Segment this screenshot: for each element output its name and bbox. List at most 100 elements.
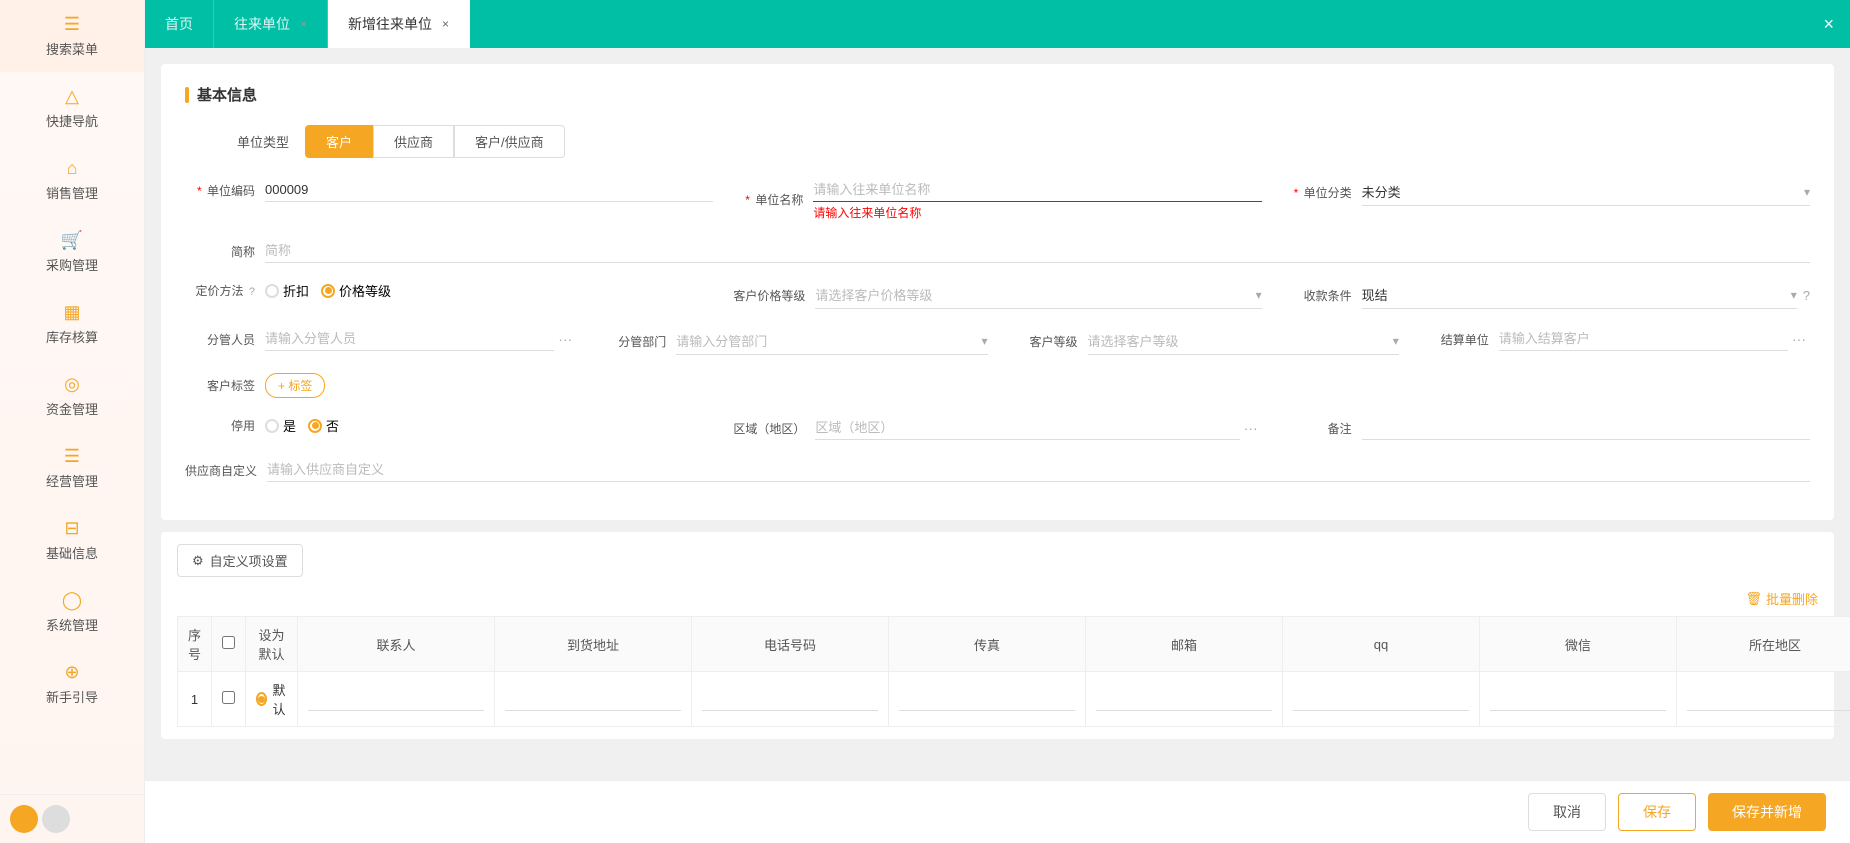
th-fax: 传真 xyxy=(889,617,1086,672)
customer-price-select[interactable]: 请选择客户价格等级 ▾ xyxy=(815,281,1261,309)
main-area: 首页 往来单位 × 新增往来单位 × × 基本信息 单位类型 客户 供应商 客户… xyxy=(145,0,1850,843)
purchase-icon: 🛒 xyxy=(61,230,83,251)
td-region[interactable] xyxy=(1677,672,1850,727)
form-row-6: 停用 是 否 区域（地区） ··· xyxy=(185,416,1810,440)
system-icon: ◯ xyxy=(62,590,82,611)
avatar-dot xyxy=(10,805,38,833)
tab-new-partner-close[interactable]: × xyxy=(442,17,449,31)
td-address[interactable] xyxy=(495,672,692,727)
basic-info-icon: ⊟ xyxy=(64,518,79,539)
form-group-customer-price: 客户价格等级 请选择客户价格等级 ▾ xyxy=(733,281,1261,309)
pricing-label: 定价方法 ? xyxy=(185,282,265,299)
form-group-unit-category: * 单位分类 未分类 ▾ xyxy=(1282,178,1810,206)
th-checkbox-input[interactable] xyxy=(222,636,235,649)
search-icon: ☰ xyxy=(64,14,80,35)
dept-placeholder: 请输入分管部门 xyxy=(676,331,977,350)
tab-partners[interactable]: 往来单位 × xyxy=(214,0,328,48)
sidebar-item-sales[interactable]: ⌂ 销售管理 xyxy=(0,144,144,216)
td-fax[interactable] xyxy=(889,672,1086,727)
unit-name-input[interactable] xyxy=(813,178,1261,202)
tab-partners-close[interactable]: × xyxy=(300,17,307,31)
row-email-input[interactable] xyxy=(1096,687,1272,711)
customer-level-chevron: ▾ xyxy=(1393,334,1399,348)
sidebar-item-finance[interactable]: ◎ 资金管理 xyxy=(0,360,144,432)
row-checkbox[interactable] xyxy=(222,691,235,704)
settings-gear-icon: ⚙ xyxy=(192,553,204,569)
pricing-radio-discount[interactable]: 折扣 xyxy=(265,281,309,300)
tab-new-partner[interactable]: 新增往来单位 × xyxy=(328,0,470,48)
sidebar-item-inventory[interactable]: ▦ 库存核算 xyxy=(0,288,144,360)
td-email[interactable] xyxy=(1086,672,1283,727)
td-contact[interactable] xyxy=(298,672,495,727)
remark-input[interactable] xyxy=(1362,416,1810,440)
td-phone[interactable] xyxy=(692,672,889,727)
tab-bar: 首页 往来单位 × 新增往来单位 × × xyxy=(145,0,1850,48)
tab-bar-close[interactable]: × xyxy=(1823,14,1850,35)
row-wechat-input[interactable] xyxy=(1490,687,1666,711)
table-header-row: 序号 设为默认 联系人 到货地址 电话号码 传真 邮箱 qq 微信 所在地区 xyxy=(178,617,1850,672)
manager-dots[interactable]: ··· xyxy=(554,331,576,347)
row-phone-input[interactable] xyxy=(702,687,878,711)
dept-select[interactable]: 请输入分管部门 ▾ xyxy=(676,327,987,355)
sidebar-item-operations[interactable]: ☰ 经营管理 xyxy=(0,432,144,504)
disable-yes[interactable]: 是 xyxy=(265,416,296,435)
inventory-icon: ▦ xyxy=(63,302,80,323)
sidebar-item-purchase[interactable]: 🛒 采购管理 xyxy=(0,216,144,288)
row-address-input[interactable] xyxy=(505,687,681,711)
settlement-label: 结算单位 xyxy=(1419,331,1499,348)
payment-terms-help[interactable]: ? xyxy=(1803,288,1810,303)
pricing-radio-price-level[interactable]: 价格等级 xyxy=(321,281,391,300)
tags-label: 客户标签 xyxy=(185,377,265,394)
row-contact-input[interactable] xyxy=(308,687,484,711)
save-and-new-button[interactable]: 保存并新增 xyxy=(1708,793,1826,831)
unit-category-select[interactable]: 未分类 ▾ xyxy=(1362,178,1810,206)
td-wechat[interactable] xyxy=(1480,672,1677,727)
th-contact: 联系人 xyxy=(298,617,495,672)
tab-home[interactable]: 首页 xyxy=(145,0,214,48)
cancel-button[interactable]: 取消 xyxy=(1528,793,1606,831)
unit-name-group-inner: 请输入往来单位名称 xyxy=(813,178,1261,221)
customer-level-select[interactable]: 请选择客户等级 ▾ xyxy=(1088,327,1399,355)
unit-code-input[interactable] xyxy=(265,178,713,202)
manager-input[interactable] xyxy=(265,327,554,351)
custom-settings-button[interactable]: ⚙ 自定义项设置 xyxy=(177,544,303,577)
sidebar-label-inventory: 库存核算 xyxy=(46,327,98,346)
customer-price-chevron: ▾ xyxy=(1256,288,1262,302)
section-title-text: 基本信息 xyxy=(197,84,257,105)
th-email: 邮箱 xyxy=(1086,617,1283,672)
sidebar-item-quick-nav[interactable]: △ 快捷导航 xyxy=(0,72,144,144)
row-fax-input[interactable] xyxy=(899,687,1075,711)
supplier-custom-input[interactable] xyxy=(267,458,1810,482)
td-qq[interactable] xyxy=(1283,672,1480,727)
region-dots[interactable]: ··· xyxy=(1240,420,1262,436)
type-btn-customer[interactable]: 客户 xyxy=(305,125,373,158)
sidebar-item-guide[interactable]: ⊕ 新手引导 xyxy=(0,648,144,720)
sidebar-item-search[interactable]: ☰ 搜索菜单 xyxy=(0,0,144,72)
form-group-unit-name: * 单位名称 请输入往来单位名称 xyxy=(733,178,1261,221)
form-group-payment-terms: 收款条件 现结 ▾ ? xyxy=(1282,281,1810,309)
row-qq-input[interactable] xyxy=(1293,687,1469,711)
sidebar-item-system[interactable]: ◯ 系统管理 xyxy=(0,576,144,648)
form-group-supplier-custom: 供应商自定义 xyxy=(185,458,1810,482)
row-default-radio[interactable]: 默认 xyxy=(256,680,287,718)
region-input[interactable] xyxy=(815,416,1239,440)
content-area: 基本信息 单位类型 客户 供应商 客户/供应商 * 单位编码 xyxy=(145,48,1850,780)
disable-no[interactable]: 否 xyxy=(308,416,339,435)
row-region-input[interactable] xyxy=(1687,687,1850,711)
manager-label: 分管人员 xyxy=(185,331,265,348)
payment-terms-select[interactable]: 现结 ▾ xyxy=(1362,281,1797,309)
add-tag-button[interactable]: + 标签 xyxy=(265,373,325,398)
save-button[interactable]: 保存 xyxy=(1618,793,1696,831)
dept-chevron: ▾ xyxy=(981,334,987,348)
customer-level-label: 客户等级 xyxy=(1008,333,1088,350)
sidebar-item-basic-info[interactable]: ⊟ 基础信息 xyxy=(0,504,144,576)
type-btn-supplier[interactable]: 供应商 xyxy=(373,125,454,158)
unit-category-chevron: ▾ xyxy=(1804,185,1810,199)
short-name-input[interactable] xyxy=(265,239,1810,263)
settlement-dots[interactable]: ··· xyxy=(1788,331,1810,347)
settlement-input[interactable] xyxy=(1499,327,1788,351)
batch-delete-button[interactable]: 🗑 批量删除 xyxy=(1745,589,1818,608)
unit-category-value: 未分类 xyxy=(1362,182,1800,201)
operations-icon: ☰ xyxy=(64,446,80,467)
type-btn-both[interactable]: 客户/供应商 xyxy=(454,125,565,158)
